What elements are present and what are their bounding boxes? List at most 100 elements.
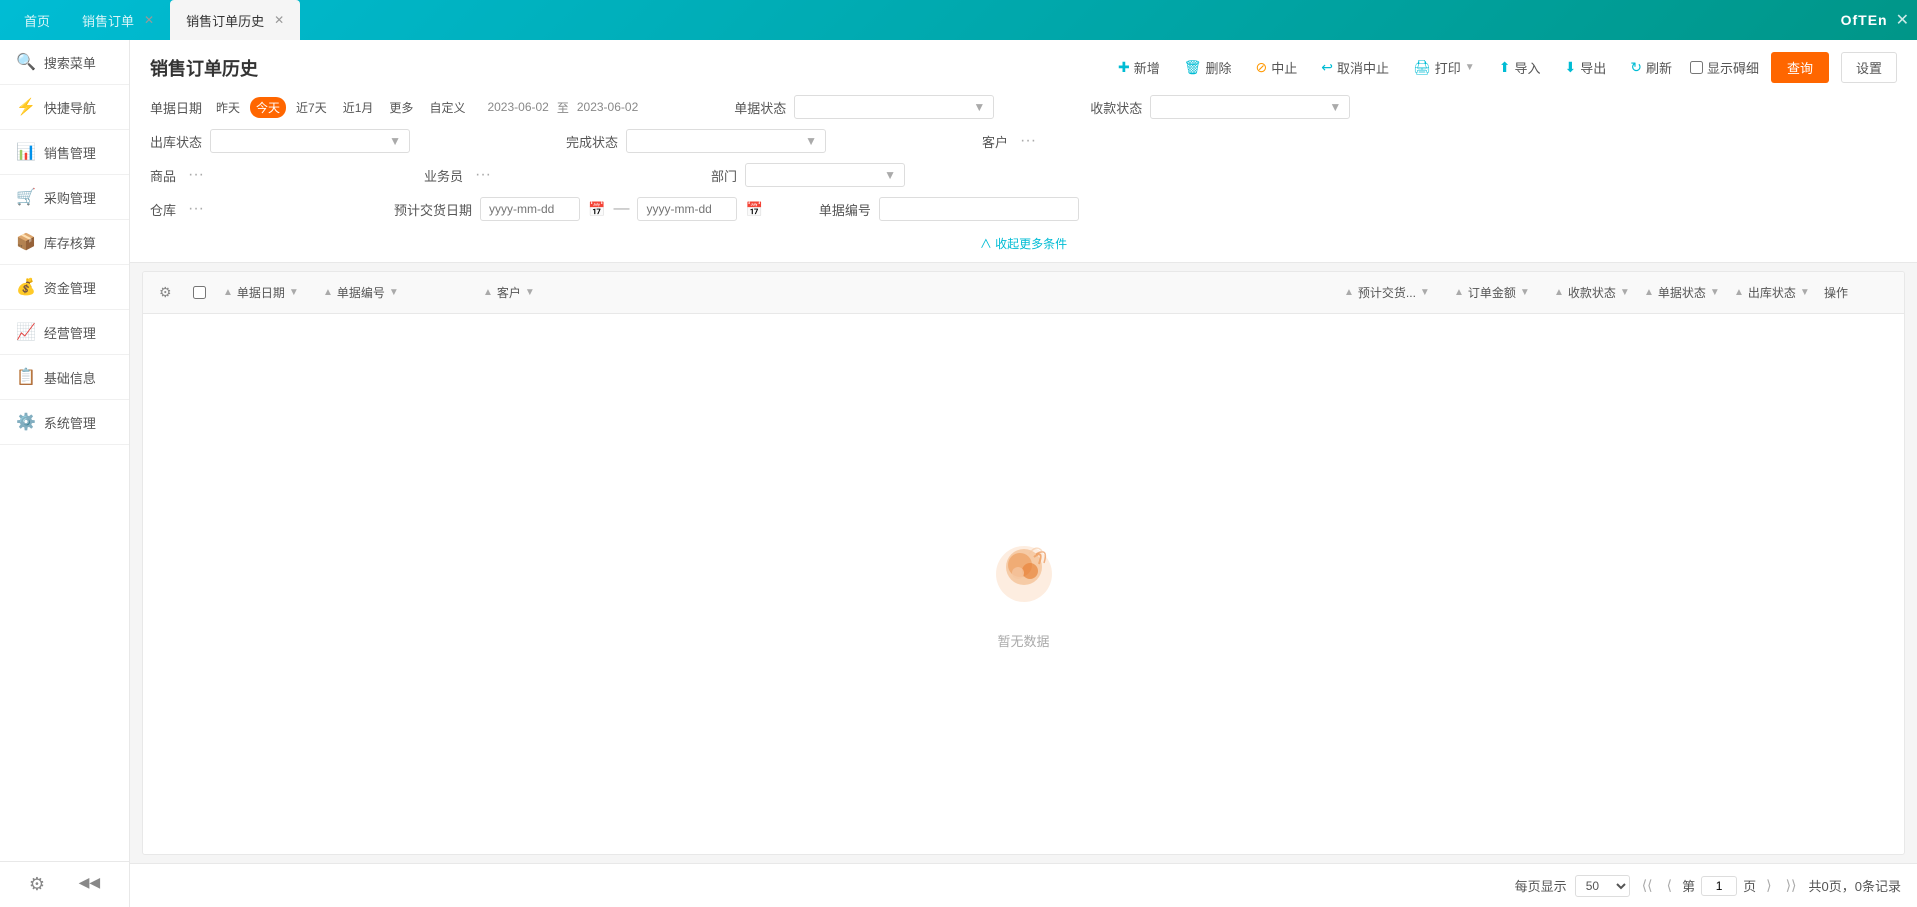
sidebar-item-capital-mgmt[interactable]: 💰 资金管理 bbox=[0, 265, 129, 310]
tab-home[interactable]: 首页 bbox=[8, 0, 66, 40]
refresh-button[interactable]: ↻ 刷新 bbox=[1624, 54, 1678, 81]
date-btn-7days[interactable]: 近7天 bbox=[290, 97, 333, 118]
th-payment-status-sort-desc[interactable]: ▼ bbox=[1620, 287, 1630, 298]
date-btn-custom[interactable]: 自定义 bbox=[423, 97, 471, 118]
th-client: ▲ 客户 ▼ bbox=[475, 284, 1336, 301]
filter-item-payment-status: 收款状态 ▼ bbox=[1090, 95, 1350, 119]
cancel-stop-button[interactable]: ↩ 取消中止 bbox=[1315, 54, 1395, 81]
expected-date-from-input[interactable] bbox=[480, 197, 580, 221]
sidebar-item-basic-info[interactable]: 📋 基础信息 bbox=[0, 355, 129, 400]
tab-sales-order-history[interactable]: 销售订单历史 ✕ bbox=[170, 0, 300, 40]
th-delivery-status-sort-asc[interactable]: ▲ bbox=[1734, 287, 1744, 298]
filter-label-department: 部门 bbox=[711, 166, 737, 185]
collapse-row[interactable]: ∧ 收起更多条件 bbox=[150, 231, 1897, 258]
th-expected-sort-desc[interactable]: ▼ bbox=[1420, 287, 1430, 298]
first-page-button[interactable]: ⟨⟨ bbox=[1638, 875, 1657, 896]
filter-label-doc-status: 单据状态 bbox=[734, 98, 786, 117]
th-payment-status-sort-asc[interactable]: ▲ bbox=[1554, 287, 1564, 298]
sidebar-item-system-mgmt[interactable]: ⚙️ 系统管理 bbox=[0, 400, 129, 445]
calendar-to-icon[interactable]: 📅 bbox=[745, 201, 762, 218]
filter-row-4: 仓库 ··· 预计交货日期 📅 — 📅 单据编号 bbox=[150, 197, 1897, 221]
stop-button[interactable]: ⊘ 中止 bbox=[1250, 54, 1304, 81]
date-btn-more[interactable]: 更多 bbox=[383, 97, 419, 118]
payment-status-select[interactable]: ▼ bbox=[1150, 95, 1350, 119]
sidebar-item-system-mgmt-label: 系统管理 bbox=[44, 413, 96, 432]
collapse-text: 收起更多条件 bbox=[995, 237, 1067, 251]
warehouse-dots-btn[interactable]: ··· bbox=[184, 200, 208, 218]
sidebar-item-purchase-mgmt[interactable]: 🛒 采购管理 bbox=[0, 175, 129, 220]
import-icon: ⬆ bbox=[1499, 59, 1511, 76]
tab-sales-order-history-close[interactable]: ✕ bbox=[274, 13, 284, 27]
display-toggle-label: 显示碍细 bbox=[1707, 58, 1759, 77]
complete-status-chevron: ▼ bbox=[805, 134, 817, 148]
prev-page-button[interactable]: ⟨ bbox=[1663, 875, 1676, 896]
department-select[interactable]: ▼ bbox=[745, 163, 905, 187]
collapse-sidebar-icon[interactable]: ◀◀ bbox=[79, 874, 101, 895]
page-number-input[interactable] bbox=[1701, 876, 1737, 896]
export-button[interactable]: ⬇ 导出 bbox=[1558, 54, 1612, 81]
th-num-sort-asc[interactable]: ▲ bbox=[323, 287, 333, 298]
sidebar-item-quick-nav[interactable]: ⚡ 快捷导航 bbox=[0, 85, 129, 130]
salesperson-dots-btn[interactable]: ··· bbox=[471, 166, 495, 184]
filter-item-expected-date: 预计交货日期 📅 — 📅 bbox=[394, 197, 763, 221]
last-page-button[interactable]: ⟩⟩ bbox=[1782, 875, 1801, 896]
sidebar-item-search-menu[interactable]: 🔍 搜索菜单 bbox=[0, 40, 129, 85]
page-size-select[interactable]: 50 20 100 bbox=[1575, 875, 1630, 897]
check-all-checkbox[interactable] bbox=[193, 286, 206, 299]
date-btn-yesterday[interactable]: 昨天 bbox=[210, 97, 246, 118]
expected-date-to-input[interactable] bbox=[637, 197, 737, 221]
sidebar-item-quick-nav-label: 快捷导航 bbox=[44, 98, 96, 117]
window-close-icon[interactable]: ✕ bbox=[1896, 10, 1909, 30]
th-date-sort-desc[interactable]: ▼ bbox=[289, 287, 299, 298]
tab-sales-order-close[interactable]: ✕ bbox=[144, 13, 154, 27]
query-button[interactable]: 查询 bbox=[1771, 52, 1829, 83]
next-page-button[interactable]: ⟩ bbox=[1762, 875, 1775, 896]
page-title: 销售订单历史 bbox=[150, 55, 258, 81]
operation-mgmt-icon: 📈 bbox=[16, 322, 36, 342]
tab-sales-order[interactable]: 销售订单 ✕ bbox=[66, 0, 170, 40]
settings-bottom-icon[interactable]: ⚙ bbox=[29, 874, 45, 895]
th-doc-status-sort-desc[interactable]: ▼ bbox=[1710, 287, 1720, 298]
th-doc-status-sort-asc[interactable]: ▲ bbox=[1644, 287, 1654, 298]
table-check-all[interactable] bbox=[183, 286, 215, 299]
display-toggle[interactable]: 显示碍细 bbox=[1690, 58, 1759, 77]
th-amount-sort-asc[interactable]: ▲ bbox=[1454, 287, 1464, 298]
sidebar-item-basic-info-label: 基础信息 bbox=[44, 368, 96, 387]
th-client-sort-desc[interactable]: ▼ bbox=[525, 287, 535, 298]
th-date-sort-asc[interactable]: ▲ bbox=[223, 287, 233, 298]
doc-status-chevron: ▼ bbox=[973, 100, 985, 114]
date-btn-today[interactable]: 今天 bbox=[250, 97, 286, 118]
product-dots-btn[interactable]: ··· bbox=[184, 166, 208, 184]
system-mgmt-icon: ⚙️ bbox=[16, 412, 36, 432]
sidebar-item-sales-mgmt-label: 销售管理 bbox=[44, 143, 96, 162]
date-btn-1month[interactable]: 近1月 bbox=[337, 97, 380, 118]
date-separator: — bbox=[613, 200, 629, 218]
import-button[interactable]: ⬆ 导入 bbox=[1493, 54, 1547, 81]
sidebar-item-operation-mgmt[interactable]: 📈 经营管理 bbox=[0, 310, 129, 355]
sidebar-item-inventory-check[interactable]: 📦 库存核算 bbox=[0, 220, 129, 265]
tab-home-label: 首页 bbox=[24, 11, 50, 30]
print-button[interactable]: 🖨 打印 ▼ bbox=[1407, 54, 1481, 81]
th-num-sort-desc[interactable]: ▼ bbox=[389, 287, 399, 298]
filter-label-date: 单据日期 bbox=[150, 98, 202, 117]
new-button[interactable]: ✚ 新增 bbox=[1112, 54, 1166, 81]
doc-num-input[interactable] bbox=[879, 197, 1079, 221]
th-num-label: 单据编号 bbox=[337, 284, 385, 301]
delivery-status-select[interactable]: ▼ bbox=[210, 129, 410, 153]
delete-button[interactable]: 🗑 删除 bbox=[1178, 54, 1238, 81]
th-amount-sort-desc[interactable]: ▼ bbox=[1520, 287, 1530, 298]
th-expected-sort-asc[interactable]: ▲ bbox=[1344, 287, 1354, 298]
calendar-from-icon[interactable]: 📅 bbox=[588, 201, 605, 218]
settings-button[interactable]: 设置 bbox=[1841, 52, 1897, 83]
th-delivery-status-sort-desc[interactable]: ▼ bbox=[1800, 287, 1810, 298]
doc-status-select[interactable]: ▼ bbox=[794, 95, 994, 119]
client-dots-btn[interactable]: ··· bbox=[1016, 132, 1040, 150]
sidebar-item-sales-mgmt[interactable]: 📊 销售管理 bbox=[0, 130, 129, 175]
complete-status-select[interactable]: ▼ bbox=[626, 129, 826, 153]
search-menu-icon: 🔍 bbox=[16, 52, 36, 72]
table-footer: 每页显示 50 20 100 ⟨⟨ ⟨ 第 页 ⟩ ⟩⟩ 共0页，0条记录 bbox=[130, 863, 1917, 907]
th-client-sort-asc[interactable]: ▲ bbox=[483, 287, 493, 298]
display-toggle-checkbox[interactable] bbox=[1690, 61, 1703, 74]
table-settings-icon[interactable]: ⚙ bbox=[151, 284, 183, 301]
capital-mgmt-icon: 💰 bbox=[16, 277, 36, 297]
